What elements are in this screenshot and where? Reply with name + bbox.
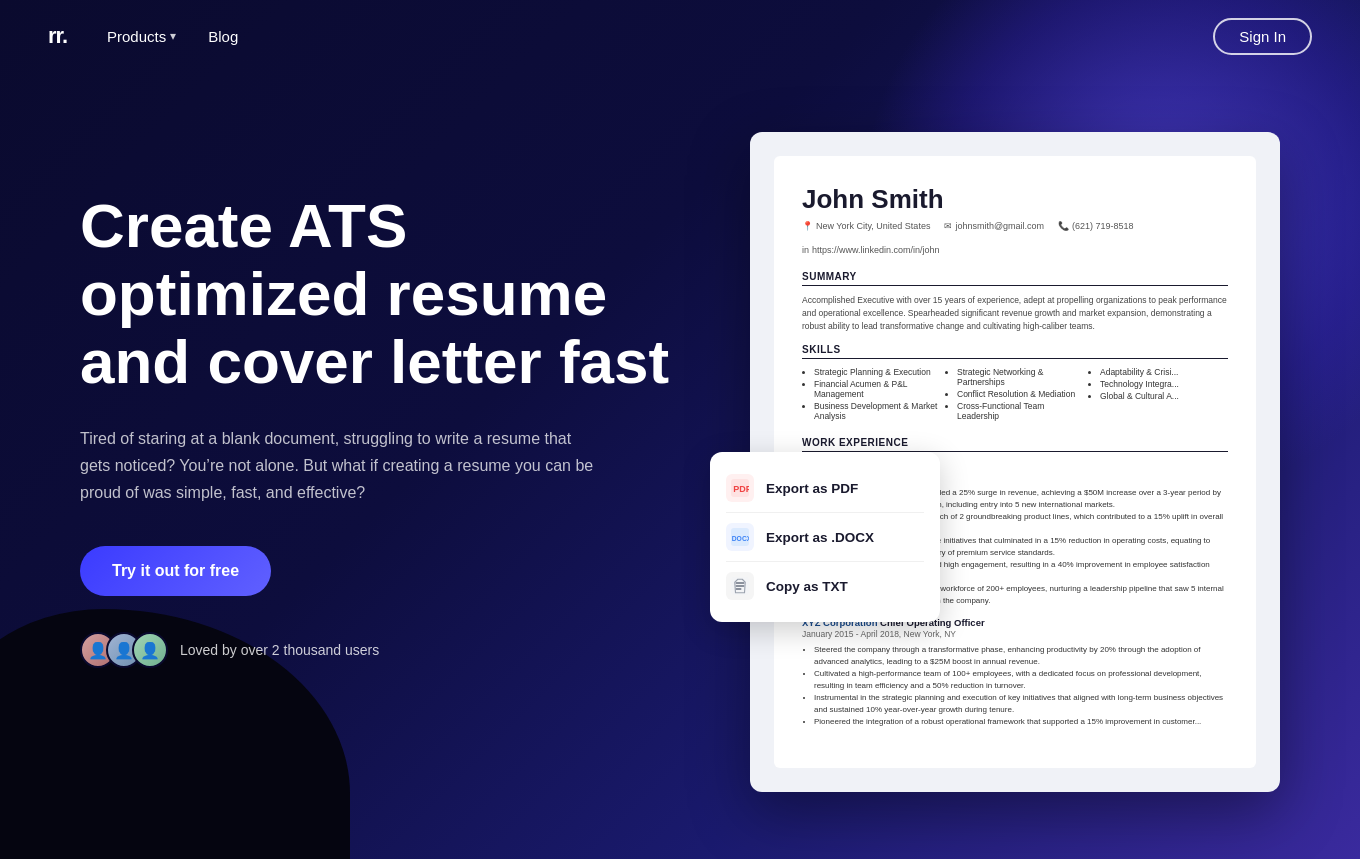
summary-text: Accomplished Executive with over 15 year… — [802, 294, 1228, 332]
resume-phone: 📞 (621) 719-8518 — [1058, 221, 1134, 231]
pdf-icon: PDF — [726, 474, 754, 502]
export-txt-button[interactable]: Copy as TXT — [726, 562, 924, 610]
sign-in-button[interactable]: Sign In — [1213, 18, 1312, 55]
social-proof: 👤 👤 👤 Loved by over 2 thousand users — [80, 632, 680, 668]
nav-products[interactable]: Products ▾ — [107, 28, 176, 45]
hero-title: Create ATS optimized resume and cover le… — [80, 192, 680, 397]
avatar: 👤 — [132, 632, 168, 668]
svg-text:DOCX: DOCX — [732, 535, 749, 542]
summary-section-title: SUMMARY — [802, 271, 1228, 286]
svg-text:PDF: PDF — [733, 484, 749, 494]
docx-icon: DOCX — [726, 523, 754, 551]
job-2-meta: January 2015 - April 2018, New York, NY — [802, 629, 1228, 639]
skills-col-3: Adaptability & Crisi... Technology Integ… — [1088, 367, 1228, 423]
job-2-bullets: Steered the company through a transforma… — [802, 644, 1228, 728]
chevron-down-icon: ▾ — [170, 29, 176, 43]
resume-linkedin: in https://www.linkedin.com/in/john — [802, 245, 940, 255]
resume-location: 📍 New York City, United States — [802, 221, 930, 231]
avatar-group: 👤 👤 👤 — [80, 632, 168, 668]
hero-section: Create ATS optimized resume and cover le… — [0, 72, 1360, 792]
export-txt-label: Copy as TXT — [766, 579, 848, 594]
cta-button[interactable]: Try it out for free — [80, 546, 271, 596]
hero-left: Create ATS optimized resume and cover le… — [80, 152, 680, 668]
export-docx-label: Export as .DOCX — [766, 530, 874, 545]
txt-icon — [726, 572, 754, 600]
social-proof-text: Loved by over 2 thousand users — [180, 642, 379, 658]
export-docx-button[interactable]: DOCX Export as .DOCX — [726, 513, 924, 562]
products-label: Products — [107, 28, 166, 45]
export-pdf-button[interactable]: PDF Export as PDF — [726, 464, 924, 513]
skills-col-2: Strategic Networking & Partnerships Conf… — [945, 367, 1085, 423]
logo[interactable]: rr. — [48, 23, 67, 49]
navbar: rr. Products ▾ Blog Sign In — [0, 0, 1360, 72]
resume-card-wrapper: PDF Export as PDF DOCX Export as .DOCX — [750, 132, 1280, 792]
hero-subtitle: Tired of staring at a blank document, st… — [80, 425, 600, 507]
skills-grid: Strategic Planning & Execution Financial… — [802, 367, 1228, 423]
resume-name: John Smith — [802, 184, 1228, 215]
export-popup: PDF Export as PDF DOCX Export as .DOCX — [710, 452, 940, 622]
skills-col-1: Strategic Planning & Execution Financial… — [802, 367, 942, 423]
nav-blog[interactable]: Blog — [208, 28, 238, 45]
hero-right: PDF Export as PDF DOCX Export as .DOCX — [740, 132, 1280, 792]
nav-left: rr. Products ▾ Blog — [48, 23, 238, 49]
export-pdf-label: Export as PDF — [766, 481, 858, 496]
resume-contact: 📍 New York City, United States ✉ johnsmi… — [802, 221, 1228, 255]
nav-links: Products ▾ Blog — [107, 28, 238, 45]
skills-section-title: SKILLS — [802, 344, 1228, 359]
resume-email: ✉ johnsmith@gmail.com — [944, 221, 1044, 231]
work-section-title: WORK EXPERIENCE — [802, 437, 1228, 452]
